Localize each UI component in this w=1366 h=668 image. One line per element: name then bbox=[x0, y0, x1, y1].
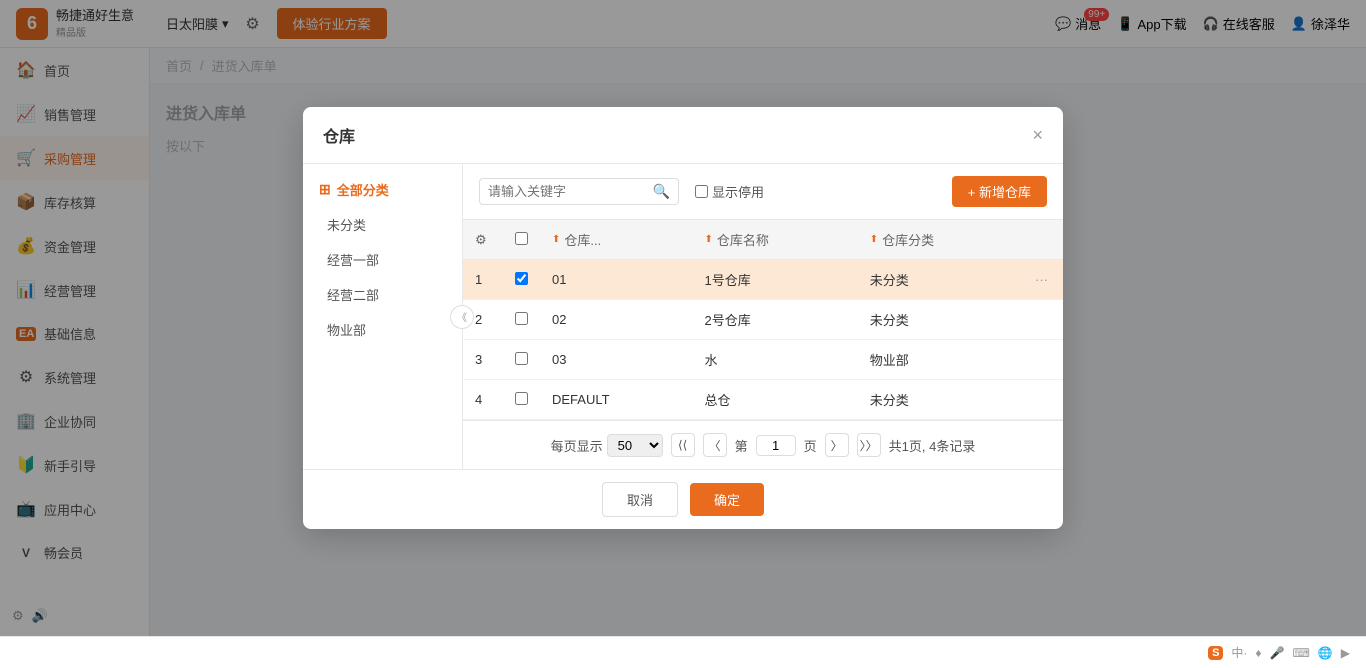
row-name: 总仓 bbox=[692, 380, 857, 420]
modal-body: ⊞ 全部分类 未分类 经营一部 经营二部 物业部 《 bbox=[303, 164, 1063, 469]
th-category: ⬆ 仓库分类 bbox=[858, 220, 1023, 260]
row-name: 1号仓库 bbox=[692, 260, 857, 300]
row-more[interactable] bbox=[1023, 340, 1063, 380]
row-code: 01 bbox=[540, 260, 692, 300]
settings-icon: ⚙ bbox=[475, 232, 487, 247]
total-records: 共1页, 4条记录 bbox=[889, 436, 976, 455]
category-item-unclassified[interactable]: 未分类 bbox=[303, 207, 462, 242]
category-all-header[interactable]: ⊞ 全部分类 bbox=[303, 172, 462, 207]
per-page-label: 每页显示 bbox=[551, 436, 603, 455]
row-index: 4 bbox=[463, 380, 503, 420]
row-checkbox[interactable] bbox=[503, 300, 540, 340]
warehouse-table-body: 1 01 1号仓库 未分类 ··· 2 02 2号仓库 未分类 3 03 水 物… bbox=[463, 260, 1063, 420]
th-sort-icon: ⬆ bbox=[552, 234, 560, 245]
page-suffix: 页 bbox=[804, 436, 817, 455]
modal-overlay: 仓库 × ⊞ 全部分类 未分类 经营一部 经营二部 bbox=[0, 0, 1366, 636]
row-name: 水 bbox=[692, 340, 857, 380]
ime-indicator: 中· bbox=[1231, 644, 1247, 661]
warehouse-table-wrap: ⚙ ⬆ 仓库... bbox=[463, 220, 1063, 420]
row-index: 1 bbox=[463, 260, 503, 300]
add-warehouse-button[interactable]: + 新增仓库 bbox=[952, 176, 1047, 207]
prev-page-button[interactable]: 〈 bbox=[703, 433, 727, 457]
collapse-panel-button[interactable]: 《 bbox=[450, 305, 474, 329]
per-page-wrap: 每页显示 50 10 20 100 bbox=[551, 434, 663, 457]
s-logo: S bbox=[1208, 646, 1223, 660]
row-category: 未分类 bbox=[858, 380, 1023, 420]
category-all-label: 全部分类 bbox=[337, 180, 389, 199]
confirm-button[interactable]: 确定 bbox=[690, 483, 764, 516]
row-code: 03 bbox=[540, 340, 692, 380]
table-row[interactable]: 1 01 1号仓库 未分类 ··· bbox=[463, 260, 1063, 300]
th-checkbox bbox=[503, 220, 540, 260]
warehouse-table: ⚙ ⬆ 仓库... bbox=[463, 220, 1063, 420]
modal-title: 仓库 bbox=[323, 123, 355, 147]
per-page-select[interactable]: 50 10 20 100 bbox=[607, 434, 663, 457]
mic-icon: 🎤 bbox=[1270, 646, 1285, 660]
row-name: 2号仓库 bbox=[692, 300, 857, 340]
modal-close-button[interactable]: × bbox=[1032, 125, 1043, 146]
th-name: ⬆ 仓库名称 bbox=[692, 220, 857, 260]
last-page-button[interactable]: 〉〉 bbox=[857, 433, 881, 457]
right-toolbar: 🔍 显示停用 + 新增仓库 bbox=[463, 164, 1063, 220]
grid-icon: ⊞ bbox=[319, 181, 331, 198]
first-page-button[interactable]: ⟨⟨ bbox=[671, 433, 695, 457]
diamond-icon: ♦ bbox=[1255, 646, 1261, 660]
modal-header: 仓库 × bbox=[303, 107, 1063, 164]
bottom-bar: S 中· ♦ 🎤 ⌨ 🌐 ▶ bbox=[0, 636, 1366, 668]
row-code: 02 bbox=[540, 300, 692, 340]
bottom-icons: S 中· ♦ 🎤 ⌨ 🌐 ▶ bbox=[1208, 644, 1350, 661]
row-checkbox[interactable] bbox=[503, 260, 540, 300]
row-checkbox[interactable] bbox=[503, 340, 540, 380]
row-category: 物业部 bbox=[858, 340, 1023, 380]
row-category: 未分类 bbox=[858, 300, 1023, 340]
category-item-ops2[interactable]: 经营二部 bbox=[303, 277, 462, 312]
show-disabled-checkbox[interactable] bbox=[695, 185, 708, 198]
play-icon: ▶ bbox=[1341, 646, 1350, 660]
keyboard-icon: ⌨ bbox=[1292, 646, 1309, 660]
row-code: DEFAULT bbox=[540, 380, 692, 420]
table-row[interactable]: 4 DEFAULT 总仓 未分类 bbox=[463, 380, 1063, 420]
table-header: ⚙ ⬆ 仓库... bbox=[463, 220, 1063, 260]
modal-footer: 取消 确定 bbox=[303, 469, 1063, 529]
row-more[interactable]: ··· bbox=[1023, 260, 1063, 300]
lang-icon: 🌐 bbox=[1318, 646, 1333, 660]
row-category: 未分类 bbox=[858, 260, 1023, 300]
next-page-button[interactable]: 〉 bbox=[825, 433, 849, 457]
warehouse-right-panel: 🔍 显示停用 + 新增仓库 ⚙ bbox=[463, 164, 1063, 469]
th-settings: ⚙ bbox=[463, 220, 503, 260]
cancel-button[interactable]: 取消 bbox=[602, 482, 678, 517]
table-row[interactable]: 3 03 水 物业部 bbox=[463, 340, 1063, 380]
page-number-input[interactable] bbox=[756, 435, 796, 456]
row-index: 3 bbox=[463, 340, 503, 380]
th-code: ⬆ 仓库... bbox=[540, 220, 692, 260]
th-name-sort-icon: ⬆ bbox=[704, 234, 712, 245]
search-input[interactable] bbox=[488, 184, 649, 199]
row-checkbox[interactable] bbox=[503, 380, 540, 420]
category-item-property[interactable]: 物业部 bbox=[303, 312, 462, 347]
warehouse-modal: 仓库 × ⊞ 全部分类 未分类 经营一部 经营二部 bbox=[303, 107, 1063, 529]
search-wrap: 🔍 bbox=[479, 178, 679, 205]
category-panel: ⊞ 全部分类 未分类 经营一部 经营二部 物业部 《 bbox=[303, 164, 463, 469]
show-disabled-label[interactable]: 显示停用 bbox=[695, 182, 764, 201]
page-label: 第 bbox=[735, 436, 748, 455]
table-row[interactable]: 2 02 2号仓库 未分类 bbox=[463, 300, 1063, 340]
th-cat-sort-icon: ⬆ bbox=[870, 234, 878, 245]
category-item-ops1[interactable]: 经营一部 bbox=[303, 242, 462, 277]
search-icon: 🔍 bbox=[653, 183, 670, 200]
show-disabled-text: 显示停用 bbox=[712, 182, 764, 201]
row-more[interactable] bbox=[1023, 300, 1063, 340]
pagination: 每页显示 50 10 20 100 ⟨⟨ 〈 第 页 〉 〉〉 bbox=[463, 420, 1063, 469]
th-actions bbox=[1023, 220, 1063, 260]
row-more[interactable] bbox=[1023, 380, 1063, 420]
select-all-checkbox[interactable] bbox=[515, 232, 528, 245]
